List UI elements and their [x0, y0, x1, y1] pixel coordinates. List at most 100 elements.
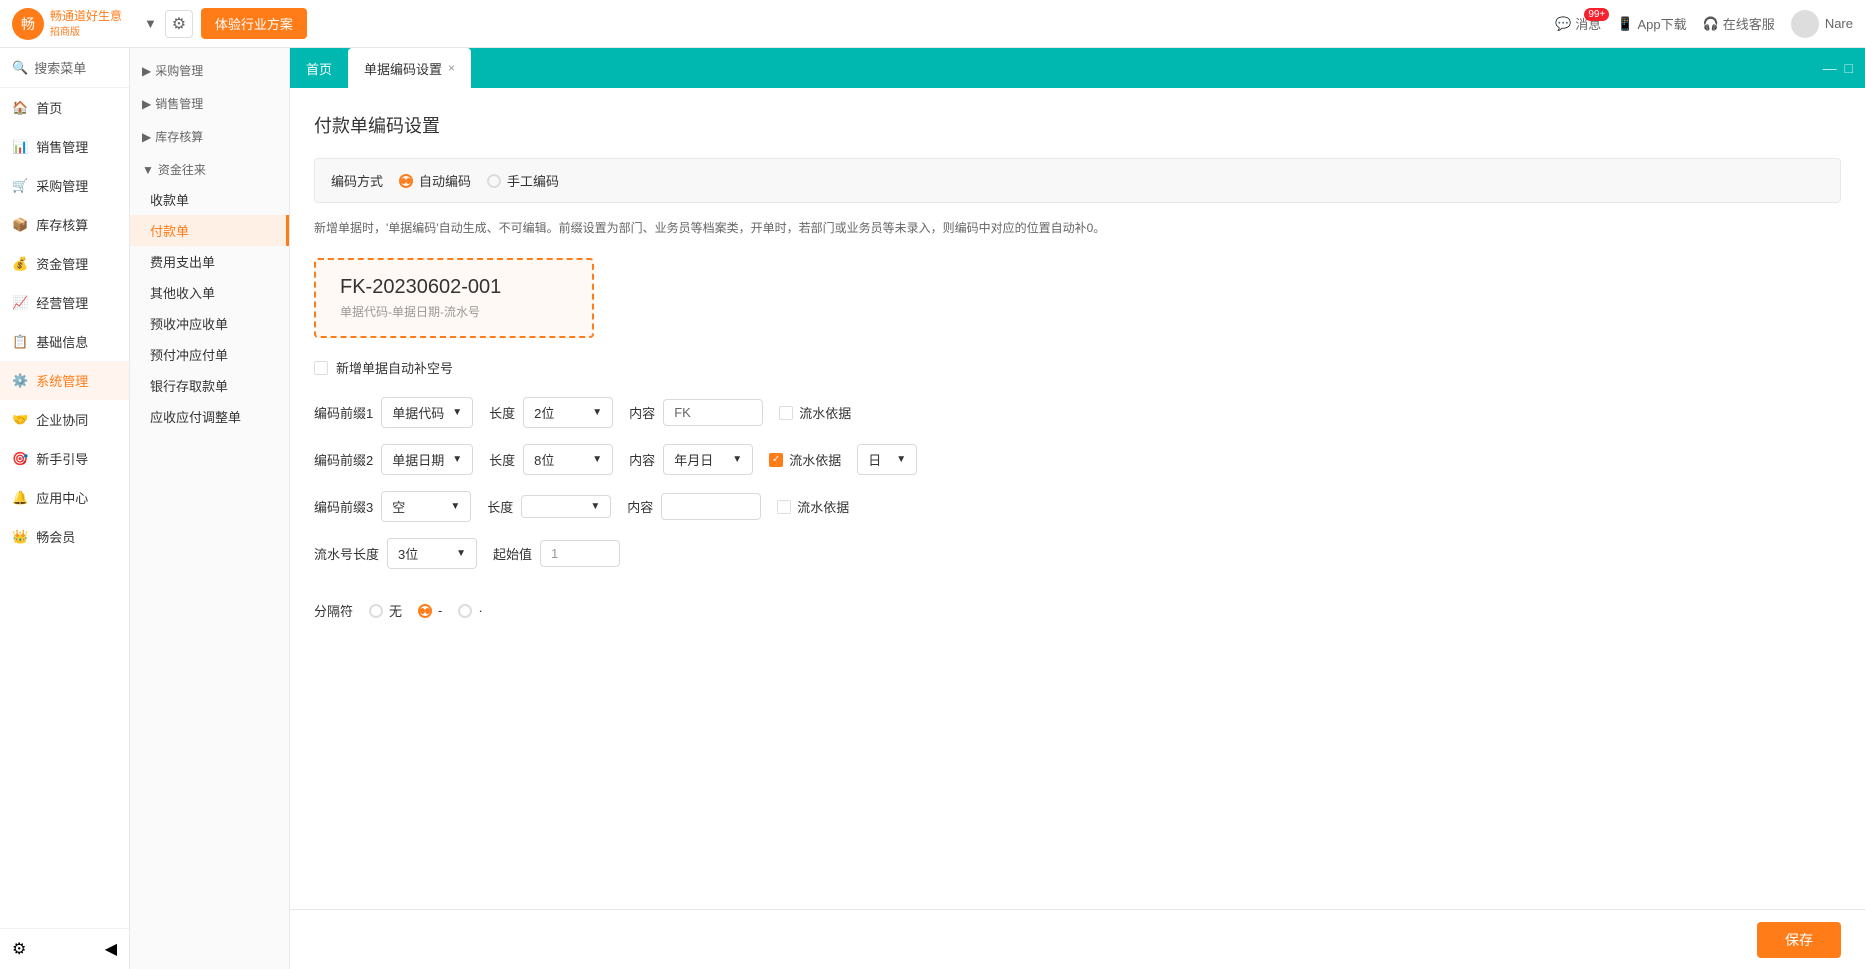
- content2-select[interactable]: 年月日 ▼: [663, 444, 753, 475]
- stream2-unit-select[interactable]: 日 ▼: [857, 444, 917, 475]
- sidebar-item-member[interactable]: 👑 畅会员: [0, 517, 129, 556]
- start-value-input[interactable]: [540, 540, 620, 567]
- operations-icon: 📈: [12, 295, 28, 311]
- length1-select[interactable]: 2位 ▼: [523, 397, 613, 428]
- sidebar-label-guide: 新手引导: [36, 449, 88, 468]
- sub-group-purchase: ▶ 采购管理: [130, 56, 289, 85]
- length3-select[interactable]: ▼: [521, 495, 611, 518]
- sidebar-item-operations[interactable]: 📈 经营管理: [0, 283, 129, 322]
- separator-label: 分隔符: [314, 601, 353, 620]
- sub-group-label-sales: 销售管理: [155, 95, 203, 112]
- sidebar-item-corp[interactable]: 🤝 企业协同: [0, 400, 129, 439]
- chevron-right-icon: ▶: [142, 64, 151, 78]
- content3-input[interactable]: [661, 493, 761, 520]
- length2-label: 长度: [489, 450, 515, 469]
- sub-item-prepay-pay[interactable]: 预付冲应付单: [130, 339, 289, 370]
- sidebar-item-inventory[interactable]: 📦 库存核算: [0, 205, 129, 244]
- sep-options: 无 - ·: [369, 601, 483, 620]
- maximize-icon[interactable]: □: [1845, 60, 1853, 76]
- chevron-right-icon-sales: ▶: [142, 97, 151, 111]
- sub-group-label-stock: 库存核算: [155, 128, 203, 145]
- sep-dot-option[interactable]: ·: [458, 603, 482, 618]
- sub-item-prepay-recv[interactable]: 预收冲应收单: [130, 308, 289, 339]
- length1-chevron: ▼: [592, 407, 602, 418]
- radio-auto[interactable]: 自动编码: [399, 171, 471, 190]
- prefix2-select[interactable]: 单据日期 ▼: [381, 444, 473, 475]
- logo-area: 畅 畅通道好生意 招商版: [12, 8, 132, 40]
- sub-group-header-sales[interactable]: ▶ 销售管理: [130, 89, 289, 118]
- save-button[interactable]: 保存: [1757, 922, 1841, 958]
- bottom-settings-icon[interactable]: ⚙: [12, 939, 26, 959]
- online-service-button[interactable]: 🎧 在线客服: [1703, 14, 1775, 33]
- sidebar-label-corp: 企业协同: [36, 410, 88, 429]
- content3-label: 内容: [627, 497, 653, 516]
- radio-manual[interactable]: 手工编码: [487, 171, 559, 190]
- sub-item-bank[interactable]: 银行存取款单: [130, 370, 289, 401]
- tab-encoding[interactable]: 单据编码设置 ×: [348, 48, 471, 88]
- message-button[interactable]: 💬 消息 99+: [1555, 14, 1601, 33]
- start-value-label: 起始值: [493, 544, 532, 563]
- serial-length-value: 3位: [398, 544, 418, 563]
- content2-chevron: ▼: [732, 454, 742, 465]
- stream3-check[interactable]: 流水依据: [777, 497, 849, 516]
- auto-fill-label: 新增单据自动补空号: [336, 358, 453, 377]
- minimize-icon[interactable]: —: [1823, 60, 1837, 76]
- sidebar-item-finance[interactable]: 💰 资金管理: [0, 244, 129, 283]
- logo-text-line1: 畅通道好生意: [50, 9, 122, 23]
- sub-group-header-stock[interactable]: ▶ 库存核算: [130, 122, 289, 151]
- sidebar-item-home[interactable]: 🏠 首页: [0, 88, 129, 127]
- user-menu[interactable]: Nare: [1791, 10, 1853, 38]
- experience-button[interactable]: 体验行业方案: [201, 8, 307, 39]
- content1-input[interactable]: [663, 399, 763, 426]
- sidebar-label-home: 首页: [36, 98, 62, 117]
- sidebar-label-member: 畅会员: [36, 527, 75, 546]
- serial-length-chevron: ▼: [456, 548, 466, 559]
- stream1-checkbox: [779, 406, 793, 420]
- sub-item-payment[interactable]: 付款单: [130, 215, 289, 246]
- sub-item-adjust[interactable]: 应收应付调整单: [130, 401, 289, 432]
- sep-none-option[interactable]: 无: [369, 601, 402, 620]
- sidebar-label-basics: 基础信息: [36, 332, 88, 351]
- serial-length-select[interactable]: 3位 ▼: [387, 538, 477, 569]
- app-download-button[interactable]: 📱 App下载: [1617, 14, 1686, 33]
- prefix1-select[interactable]: 单据代码 ▼: [381, 397, 473, 428]
- prefix1-label: 编码前缀1: [314, 403, 373, 422]
- stream1-check[interactable]: 流水依据: [779, 403, 851, 422]
- prefix3-select[interactable]: 空 ▼: [381, 491, 471, 522]
- auto-fill-checkbox[interactable]: [314, 361, 328, 375]
- tab-home[interactable]: 首页: [290, 48, 348, 88]
- collapse-icon[interactable]: ◀: [105, 939, 117, 959]
- sub-group-label-capital: 资金往来: [158, 161, 206, 178]
- search-menu[interactable]: 🔍 搜索菜单: [0, 48, 129, 88]
- sep-dash-option[interactable]: -: [418, 603, 442, 618]
- stream2-unit-value: 日: [868, 450, 881, 469]
- sub-item-expense[interactable]: 费用支出单: [130, 246, 289, 277]
- main-content: 付款单编码设置 编码方式 自动编码 手工编码: [290, 88, 1865, 909]
- sidebar-item-sales[interactable]: 📊 销售管理: [0, 127, 129, 166]
- tab-close-icon[interactable]: ×: [448, 61, 455, 75]
- length2-group: 长度 8位 ▼: [489, 444, 613, 475]
- content-tabs: 首页 单据编码设置 × — □: [290, 48, 1865, 88]
- stream2-label: 流水依据: [789, 450, 841, 469]
- member-icon: 👑: [12, 529, 28, 545]
- sub-group-header-purchase[interactable]: ▶ 采购管理: [130, 56, 289, 85]
- sub-group-header-capital[interactable]: ▼ 资金往来: [130, 155, 289, 184]
- sub-item-other-income[interactable]: 其他收入单: [130, 277, 289, 308]
- content2-value: 年月日: [674, 450, 713, 469]
- stream1-label: 流水依据: [799, 403, 851, 422]
- stream2-check[interactable]: ✓ 流水依据: [769, 450, 841, 469]
- company-dropdown[interactable]: ▼: [140, 16, 157, 31]
- search-icon: 🔍: [12, 60, 28, 76]
- header-right: 💬 消息 99+ 📱 App下载 🎧 在线客服 Nare: [1555, 10, 1853, 38]
- sidebar-item-purchase[interactable]: 🛒 采购管理: [0, 166, 129, 205]
- sidebar-label-operations: 经营管理: [36, 293, 88, 312]
- tab-encoding-label: 单据编码设置: [364, 59, 442, 78]
- settings-icon[interactable]: ⚙: [165, 10, 193, 38]
- sub-item-receipt[interactable]: 收款单: [130, 184, 289, 215]
- length2-select[interactable]: 8位 ▼: [523, 444, 613, 475]
- encoding-method-label: 编码方式: [331, 171, 383, 190]
- sidebar-item-guide[interactable]: 🎯 新手引导: [0, 439, 129, 478]
- sidebar-item-system[interactable]: ⚙️ 系统管理: [0, 361, 129, 400]
- sidebar-item-apps[interactable]: 🔔 应用中心: [0, 478, 129, 517]
- sidebar-item-basics[interactable]: 📋 基础信息: [0, 322, 129, 361]
